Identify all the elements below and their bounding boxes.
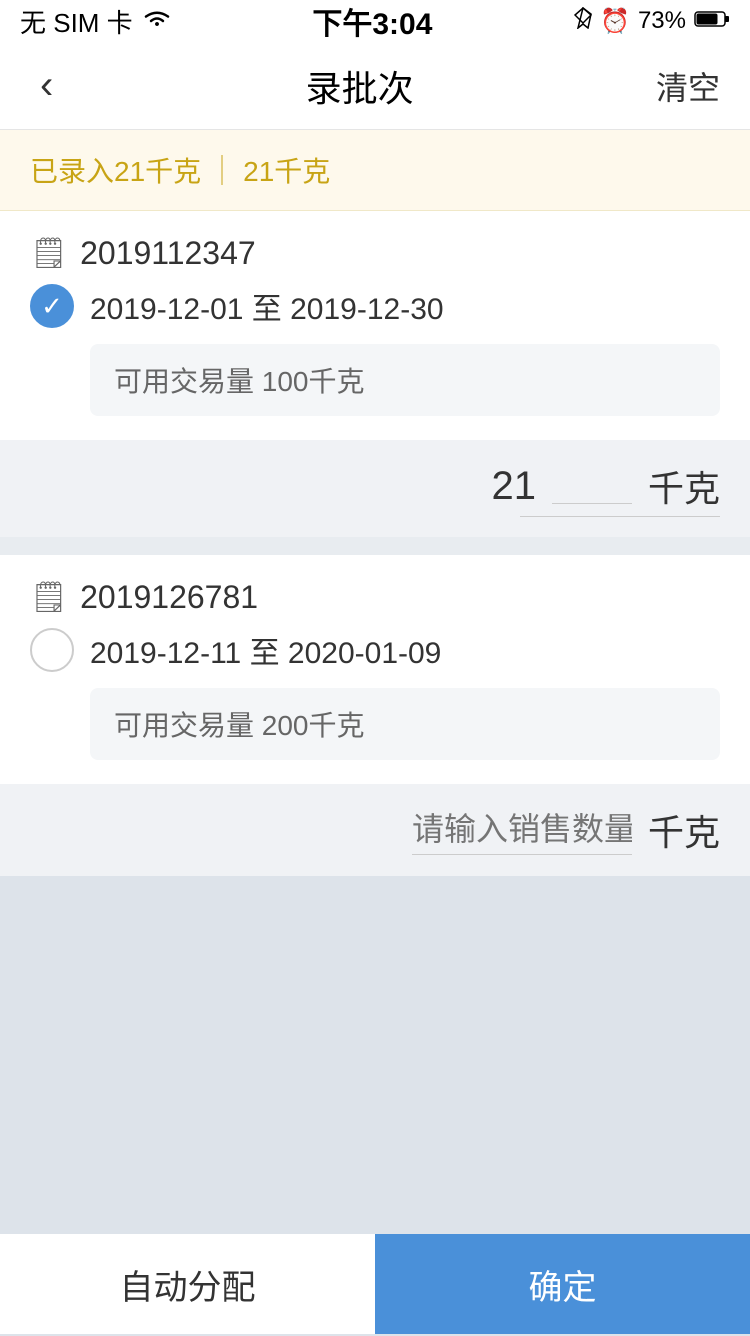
battery-text: 73% [638, 7, 686, 35]
batch-date-row-1: ✓ 2019-12-01 至 2019-12-30 [30, 284, 720, 328]
quantity-input-2[interactable] [412, 805, 632, 855]
quantity-value-1: 21 [491, 464, 536, 509]
total-amount: 21千克 [243, 150, 330, 190]
recorded-amount: 已录入21千克 [30, 150, 201, 190]
alarm-icon: ⏰ [600, 7, 630, 36]
bottom-bar: 自动分配 确定 [0, 1234, 750, 1334]
confirm-button[interactable]: 确定 [375, 1234, 750, 1334]
info-banner: 已录入21千克 21千克 [0, 130, 750, 211]
batch-date-row-2: 2019-12-11 至 2020-01-09 [30, 628, 720, 672]
check-icon-1: ✓ [41, 291, 63, 322]
back-button[interactable]: ‹ [30, 53, 63, 118]
battery-icon [694, 7, 730, 35]
divider-1 [520, 516, 720, 517]
radio-btn-1[interactable]: ✓ [30, 284, 74, 328]
batch-icon-1: 🗒 [30, 236, 68, 271]
status-time: 下午3:04 [312, 0, 432, 43]
status-left: 无 SIM 卡 [20, 3, 171, 40]
wifi-icon [143, 6, 171, 37]
underline-1 [552, 503, 632, 504]
clear-button[interactable]: 清空 [656, 63, 720, 109]
batch-header-2: 🗒 2019126781 [30, 579, 720, 616]
batch-date-1: 2019-12-01 至 2019-12-30 [90, 284, 444, 328]
status-right: ⏰ 73% [574, 7, 730, 36]
batch-available-1: 可用交易量 100千克 [90, 344, 720, 416]
content-wrapper: 🗒 2019112347 ✓ 2019-12-01 至 2019-12-30 可… [0, 211, 750, 1336]
nav-title: 录批次 [306, 60, 414, 112]
status-bar: 无 SIM 卡 下午3:04 ⏰ 73% [0, 0, 750, 42]
radio-btn-2[interactable] [30, 628, 74, 672]
auto-distribute-button[interactable]: 自动分配 [0, 1234, 375, 1334]
batch-icon-2: 🗒 [30, 580, 68, 615]
batch-id-1: 2019112347 [80, 235, 256, 272]
batch-date-2: 2019-12-11 至 2020-01-09 [90, 628, 441, 672]
batch-available-2: 可用交易量 200千克 [90, 688, 720, 760]
batch-item-1: 🗒 2019112347 ✓ 2019-12-01 至 2019-12-30 可… [0, 211, 750, 440]
batch-header-1: 🗒 2019112347 [30, 235, 720, 272]
batch-item-2: 🗒 2019126781 2019-12-11 至 2020-01-09 可用交… [0, 555, 750, 784]
quantity-input-row-2: 千克 [0, 784, 750, 876]
info-divider [221, 155, 223, 185]
quantity-unit-2: 千克 [648, 804, 720, 856]
carrier-text: 无 SIM 卡 [20, 3, 133, 40]
quantity-unit-1: 千克 [648, 460, 720, 512]
quantity-row-1: 21 千克 [0, 440, 750, 512]
location-icon [574, 7, 592, 36]
section-divider [0, 537, 750, 555]
batch-id-2: 2019126781 [80, 579, 258, 616]
nav-bar: ‹ 录批次 清空 [0, 42, 750, 130]
